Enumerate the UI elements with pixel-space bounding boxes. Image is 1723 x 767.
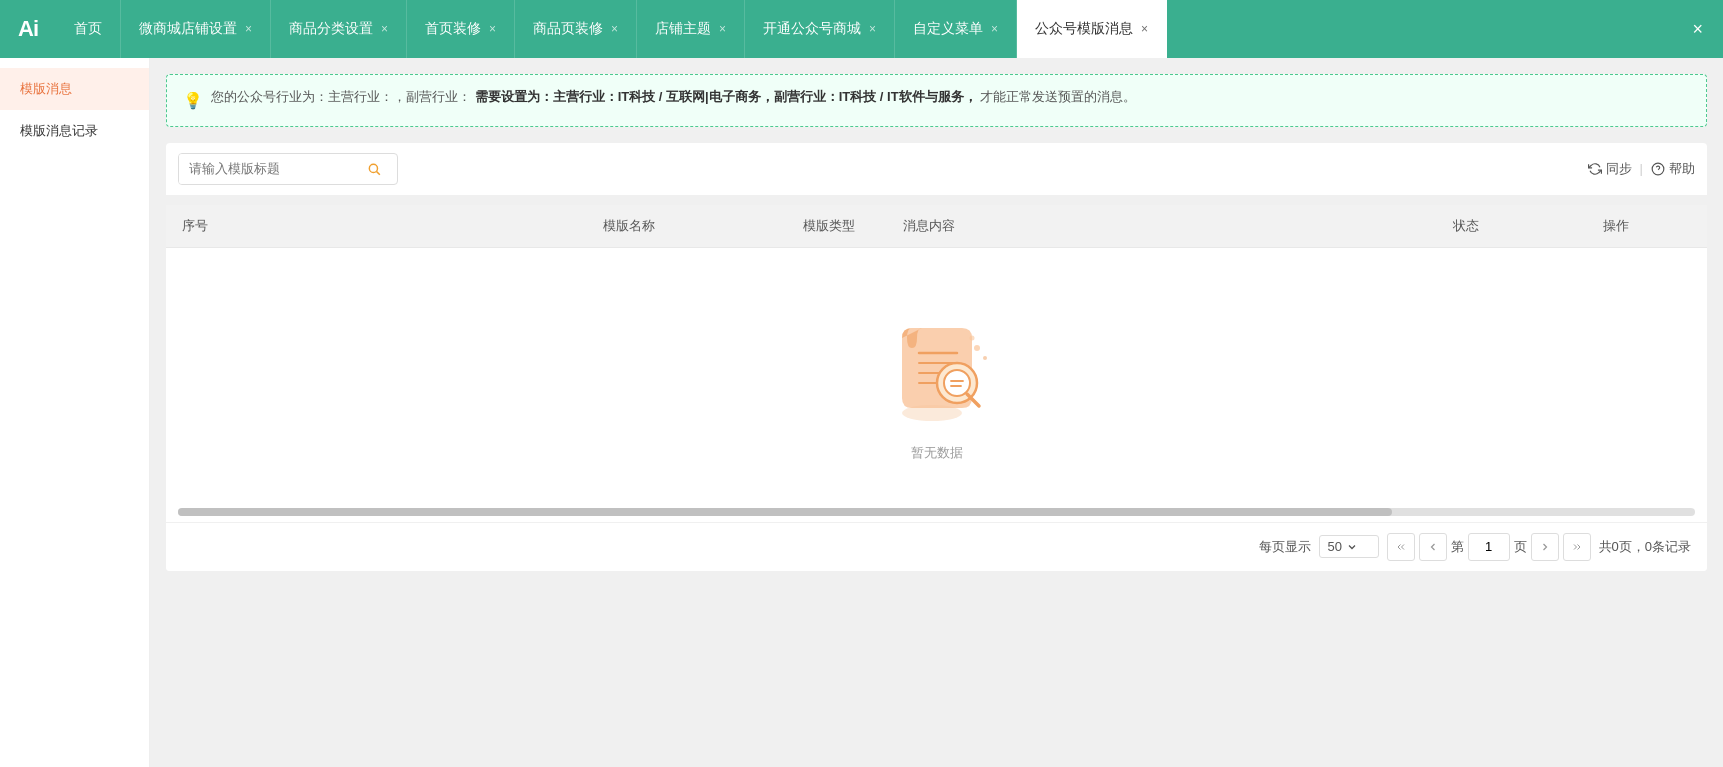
tab-shop-theme[interactable]: 店铺主题 ×: [637, 0, 745, 58]
pagination-nav: 第 页: [1387, 533, 1591, 561]
help-button[interactable]: 帮助: [1651, 160, 1695, 178]
tab-category-settings-close[interactable]: ×: [381, 22, 388, 36]
scrollbar-area[interactable]: [166, 502, 1707, 522]
empty-state: 暂无数据: [166, 248, 1707, 502]
svg-point-10: [944, 370, 970, 396]
chevron-down-icon: [1346, 541, 1358, 553]
tab-category-settings[interactable]: 商品分类设置 ×: [271, 0, 407, 58]
tab-product-decor-label: 商品页装修: [533, 20, 603, 38]
col-action: 操作: [1587, 205, 1707, 248]
sidebar-item-template-msg[interactable]: 模版消息: [0, 68, 149, 110]
tab-shop-theme-close[interactable]: ×: [719, 22, 726, 36]
tab-product-decor-close[interactable]: ×: [611, 22, 618, 36]
tab-shop-settings[interactable]: 微商城店铺设置 ×: [121, 0, 271, 58]
search-area: [178, 153, 398, 185]
tab-open-mall[interactable]: 开通公众号商城 ×: [745, 0, 895, 58]
tab-custom-menu[interactable]: 自定义菜单 ×: [895, 0, 1017, 58]
global-close-button[interactable]: ×: [1672, 0, 1723, 58]
notice-text: 您的公众号行业为：主营行业：，副营行业： 需要设置为：主营行业：IT科技 / 互…: [211, 87, 1136, 108]
per-page-label: 每页显示: [1259, 538, 1311, 556]
notice-icon: 💡: [183, 88, 203, 114]
app-logo: Ai: [0, 0, 56, 58]
sidebar-item-template-log[interactable]: 模版消息记录: [0, 110, 149, 152]
last-page-button[interactable]: [1563, 533, 1591, 561]
notice-box: 💡 您的公众号行业为：主营行业：，副营行业： 需要设置为：主营行业：IT科技 /…: [166, 74, 1707, 127]
scrollbar-thumb: [178, 508, 1392, 516]
col-status: 状态: [1437, 205, 1587, 248]
toolbar-right: 同步 | 帮助: [1588, 160, 1695, 178]
sync-button[interactable]: 同步: [1588, 160, 1632, 178]
tab-shop-theme-label: 店铺主题: [655, 20, 711, 38]
tab-shop-settings-close[interactable]: ×: [245, 22, 252, 36]
first-page-button[interactable]: [1387, 533, 1415, 561]
table-wrap: 序号 模版名称 模版类型 消息内容 状态 操作: [166, 205, 1707, 571]
total-info: 共0页，0条记录: [1599, 538, 1691, 556]
col-seq: 序号: [166, 205, 587, 248]
svg-point-0: [369, 164, 377, 172]
page-suffix: 页: [1514, 538, 1527, 556]
first-page-icon: [1395, 541, 1407, 553]
prev-page-button[interactable]: [1419, 533, 1447, 561]
tab-template-msg-close[interactable]: ×: [1141, 22, 1148, 36]
svg-point-15: [983, 356, 987, 360]
sidebar: 模版消息 模版消息记录: [0, 58, 150, 767]
page-label: 第: [1451, 538, 1464, 556]
tab-home[interactable]: 首页: [56, 0, 121, 58]
per-page-select[interactable]: 50: [1319, 535, 1379, 558]
next-page-icon: [1539, 541, 1551, 553]
search-button[interactable]: [359, 154, 389, 184]
toolbar: 同步 | 帮助: [166, 143, 1707, 195]
col-content: 消息内容: [887, 205, 1437, 248]
svg-point-16: [969, 335, 974, 340]
tab-custom-menu-label: 自定义菜单: [913, 20, 983, 38]
content-area: 💡 您的公众号行业为：主营行业：，副营行业： 需要设置为：主营行业：IT科技 /…: [150, 58, 1723, 767]
table-body: 暂无数据: [166, 247, 1707, 502]
top-tabs-bar: Ai 首页 微商城店铺设置 × 商品分类设置 × 首页装修 × 商品页装修 × …: [0, 0, 1723, 58]
col-type: 模版类型: [787, 205, 887, 248]
main-layout: 模版消息 模版消息记录 💡 您的公众号行业为：主营行业：，副营行业： 需要设置为…: [0, 58, 1723, 767]
tab-template-msg-label: 公众号模版消息: [1035, 20, 1133, 38]
toolbar-divider: |: [1640, 161, 1643, 176]
pagination: 每页显示 50: [166, 522, 1707, 571]
svg-point-14: [974, 345, 980, 351]
last-page-icon: [1571, 541, 1583, 553]
col-name: 模版名称: [587, 205, 787, 248]
tab-home-decor-label: 首页装修: [425, 20, 481, 38]
svg-line-1: [377, 171, 380, 174]
empty-text: 暂无数据: [911, 444, 963, 462]
prev-page-icon: [1427, 541, 1439, 553]
tab-home-label: 首页: [74, 20, 102, 38]
horizontal-scrollbar[interactable]: [178, 508, 1695, 516]
tab-open-mall-close[interactable]: ×: [869, 22, 876, 36]
per-page-value: 50: [1328, 539, 1342, 554]
table-header: 序号 模版名称 模版类型 消息内容 状态 操作: [166, 205, 1707, 248]
search-input[interactable]: [179, 154, 359, 184]
notice-highlight: 需要设置为：主营行业：IT科技 / 互联网|电子商务，副营行业：IT科技 / I…: [475, 89, 977, 104]
tab-home-decor[interactable]: 首页装修 ×: [407, 0, 515, 58]
help-icon: [1651, 162, 1665, 176]
search-icon: [367, 162, 381, 176]
page-input[interactable]: [1468, 533, 1510, 561]
data-table: 序号 模版名称 模版类型 消息内容 状态 操作: [166, 205, 1707, 502]
tab-category-settings-label: 商品分类设置: [289, 20, 373, 38]
sync-icon: [1588, 162, 1602, 176]
tab-template-msg[interactable]: 公众号模版消息 ×: [1017, 0, 1167, 58]
tab-product-decor[interactable]: 商品页装修 ×: [515, 0, 637, 58]
tab-home-decor-close[interactable]: ×: [489, 22, 496, 36]
next-page-button[interactable]: [1531, 533, 1559, 561]
tab-custom-menu-close[interactable]: ×: [991, 22, 998, 36]
tab-open-mall-label: 开通公众号商城: [763, 20, 861, 38]
empty-illustration: [877, 308, 997, 428]
tab-shop-settings-label: 微商城店铺设置: [139, 20, 237, 38]
